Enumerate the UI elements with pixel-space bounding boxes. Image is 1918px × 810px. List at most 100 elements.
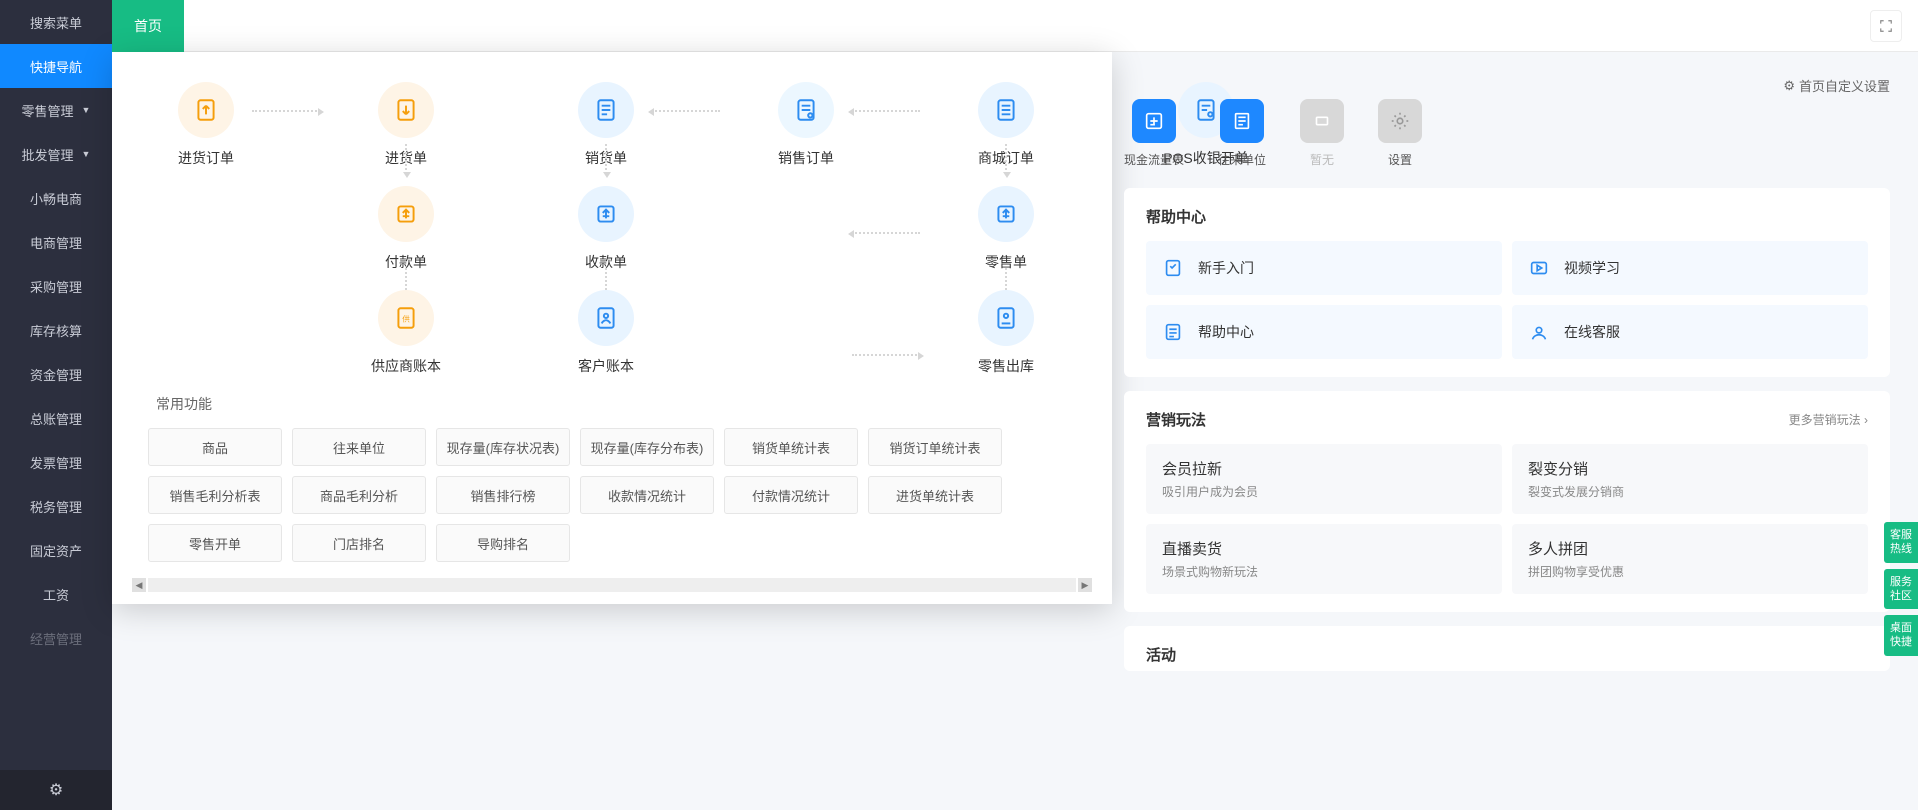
settings-icon: [1378, 99, 1422, 143]
app-tiles: 现金流量表 往来单位 暂无 设置: [1124, 99, 1890, 168]
sidebar-item-ecom[interactable]: 电商管理: [0, 220, 112, 264]
gear-icon: [49, 780, 63, 800]
scroll-left-button[interactable]: ◀: [132, 578, 146, 592]
support-icon: [1528, 321, 1550, 343]
market-item[interactable]: 直播卖货场景式购物新玩法: [1146, 524, 1502, 594]
float-side-buttons: 客服 热线 服务 社区 桌面 快捷: [1884, 522, 1918, 656]
supplier-ledger-icon: 供: [378, 290, 434, 346]
chevron-down-icon: ▼: [82, 105, 91, 115]
contacts-icon: [1220, 99, 1264, 143]
help-item-center[interactable]: 帮助中心: [1146, 305, 1502, 359]
help-item-support[interactable]: 在线客服: [1512, 305, 1868, 359]
chevron-down-icon: ▼: [82, 149, 91, 159]
scroll-right-button[interactable]: ▶: [1078, 578, 1092, 592]
common-btn[interactable]: 进货单统计表: [868, 476, 1002, 514]
tile-contacts[interactable]: 往来单位: [1218, 99, 1266, 168]
sidebar-item-wholesale[interactable]: 批发管理▼: [0, 132, 112, 176]
activity-title: 活动: [1146, 644, 1868, 665]
float-btn-desktop[interactable]: 桌面 快捷: [1884, 615, 1918, 656]
common-btn[interactable]: 销售排行榜: [436, 476, 570, 514]
retail-bill-icon: [978, 186, 1034, 242]
sidebar-item-funds[interactable]: 资金管理: [0, 352, 112, 396]
flow-arrow: [605, 144, 607, 174]
common-btn[interactable]: 导购排名: [436, 524, 570, 562]
common-btn[interactable]: 销货订单统计表: [868, 428, 1002, 466]
flow-arrow: [1005, 144, 1007, 174]
market-item[interactable]: 裂变分销裂变式发展分销商: [1512, 444, 1868, 514]
main: 首页 进货订单: [112, 0, 1918, 810]
node-retail-out[interactable]: 零售出库: [956, 290, 1056, 376]
content: 进货订单 进货单 销货单 销售订单: [112, 52, 1918, 810]
quicknav-flyout: 进货订单 进货单 销货单 销售订单: [112, 52, 1112, 604]
sidebar-item-ledger[interactable]: 总账管理: [0, 396, 112, 440]
home-customize-link[interactable]: 首页自定义设置: [1124, 76, 1890, 95]
sidebar-item-assets[interactable]: 固定资产: [0, 528, 112, 572]
common-btn[interactable]: 现存量(库存状况表): [436, 428, 570, 466]
activity-card: 活动: [1124, 626, 1890, 671]
float-btn-hotline[interactable]: 客服 热线: [1884, 522, 1918, 563]
node-retail-bill[interactable]: 零售单: [956, 186, 1056, 272]
flow-arrow: [405, 144, 407, 174]
fullscreen-icon: [1879, 19, 1893, 33]
flow-arrow: [652, 110, 720, 112]
sales-order-icon: [778, 82, 834, 138]
help-item-newbie[interactable]: 新手入门: [1146, 241, 1502, 295]
sidebar-item-purchase[interactable]: 采购管理: [0, 264, 112, 308]
node-customer-ledger[interactable]: 客户账本: [556, 290, 656, 376]
sidebar-settings-button[interactable]: [0, 770, 112, 810]
sidebar-item-retail[interactable]: 零售管理▼: [0, 88, 112, 132]
marketing-title: 营销玩法: [1146, 409, 1206, 430]
fullscreen-button[interactable]: [1870, 10, 1902, 42]
mall-order-icon: [978, 82, 1034, 138]
common-btn[interactable]: 销货单统计表: [724, 428, 858, 466]
marketing-more-link[interactable]: 更多营销玩法: [1789, 411, 1868, 428]
float-btn-community[interactable]: 服务 社区: [1884, 569, 1918, 610]
common-btn[interactable]: 现存量(库存分布表): [580, 428, 714, 466]
common-btn[interactable]: 商品毛利分析: [292, 476, 426, 514]
common-btn[interactable]: 收款情况统计: [580, 476, 714, 514]
flow-arrow: [852, 110, 920, 112]
help-item-video[interactable]: 视频学习: [1512, 241, 1868, 295]
payment-icon: [378, 186, 434, 242]
tabs-bar: 首页: [112, 0, 1918, 52]
scroll-track[interactable]: [148, 578, 1076, 592]
node-sales-order[interactable]: 销售订单: [756, 82, 856, 168]
market-item[interactable]: 会员拉新吸引用户成为会员: [1146, 444, 1502, 514]
common-section-title: 常用功能: [156, 394, 1092, 414]
node-receipt[interactable]: 收款单: [556, 186, 656, 272]
right-area: 首页自定义设置 现金流量表 往来单位 暂无: [1112, 52, 1902, 685]
retail-out-icon: [978, 290, 1034, 346]
sidebar-item-xiaochang[interactable]: 小畅电商: [0, 176, 112, 220]
flow-arrow: [852, 232, 920, 234]
tile-cashflow[interactable]: 现金流量表: [1124, 99, 1184, 168]
common-btn[interactable]: 零售开单: [148, 524, 282, 562]
node-supplier-ledger[interactable]: 供 供应商账本: [356, 290, 456, 376]
flyout-scrollbar[interactable]: ◀ ▶: [132, 578, 1092, 592]
common-btn[interactable]: 门店排名: [292, 524, 426, 562]
sidebar-item-stock[interactable]: 库存核算: [0, 308, 112, 352]
sidebar-item-operation[interactable]: 经营管理: [0, 616, 112, 660]
sidebar-item-tax[interactable]: 税务管理: [0, 484, 112, 528]
common-btn[interactable]: 付款情况统计: [724, 476, 858, 514]
flow-arrow: [252, 110, 320, 112]
sidebar-item-salary[interactable]: 工资: [0, 572, 112, 616]
node-purchase-order[interactable]: 进货订单: [156, 82, 256, 168]
help-title: 帮助中心: [1146, 206, 1206, 227]
node-payment[interactable]: 付款单: [356, 186, 456, 272]
sidebar-item-invoice[interactable]: 发票管理: [0, 440, 112, 484]
flow-arrow: [852, 354, 920, 356]
sidebar-item-search[interactable]: 搜索菜单: [0, 0, 112, 44]
tile-settings[interactable]: 设置: [1378, 99, 1422, 168]
sidebar-item-quicknav[interactable]: 快捷导航: [0, 44, 112, 88]
tab-home[interactable]: 首页: [112, 0, 184, 52]
common-btn[interactable]: 商品: [148, 428, 282, 466]
tile-empty[interactable]: 暂无: [1300, 99, 1344, 168]
sales-bill-icon: [578, 82, 634, 138]
video-icon: [1528, 257, 1550, 279]
common-functions: 商品 往来单位 现存量(库存状况表) 现存量(库存分布表) 销货单统计表 销货订…: [132, 428, 1092, 562]
doc-icon: [1162, 321, 1184, 343]
market-item[interactable]: 多人拼团拼团购物享受优惠: [1512, 524, 1868, 594]
common-btn[interactable]: 往来单位: [292, 428, 426, 466]
marketing-card: 营销玩法 更多营销玩法 会员拉新吸引用户成为会员 裂变分销裂变式发展分销商 直播…: [1124, 391, 1890, 612]
common-btn[interactable]: 销售毛利分析表: [148, 476, 282, 514]
